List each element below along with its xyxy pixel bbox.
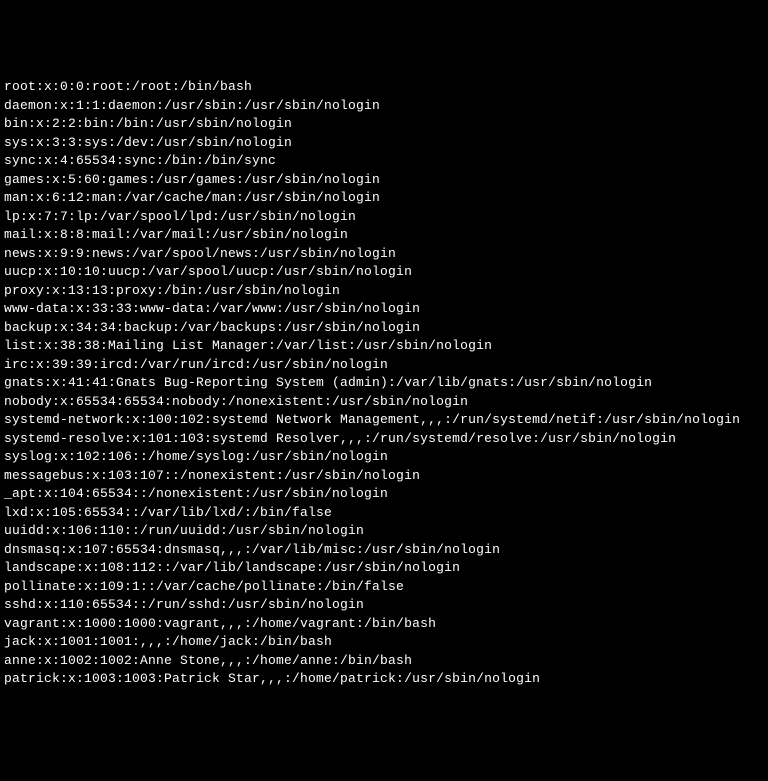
passwd-line: patrick:x:1003:1003:Patrick Star,,,:/hom…	[4, 670, 764, 689]
passwd-line: messagebus:x:103:107::/nonexistent:/usr/…	[4, 467, 764, 486]
passwd-line: news:x:9:9:news:/var/spool/news:/usr/sbi…	[4, 245, 764, 264]
passwd-line: systemd-network:x:100:102:systemd Networ…	[4, 411, 764, 430]
passwd-line: nobody:x:65534:65534:nobody:/nonexistent…	[4, 393, 764, 412]
passwd-line: systemd-resolve:x:101:103:systemd Resolv…	[4, 430, 764, 449]
passwd-line: lp:x:7:7:lp:/var/spool/lpd:/usr/sbin/nol…	[4, 208, 764, 227]
passwd-line: games:x:5:60:games:/usr/games:/usr/sbin/…	[4, 171, 764, 190]
passwd-line: man:x:6:12:man:/var/cache/man:/usr/sbin/…	[4, 189, 764, 208]
passwd-line: uuidd:x:106:110::/run/uuidd:/usr/sbin/no…	[4, 522, 764, 541]
passwd-line: lxd:x:105:65534::/var/lib/lxd/:/bin/fals…	[4, 504, 764, 523]
passwd-line: uucp:x:10:10:uucp:/var/spool/uucp:/usr/s…	[4, 263, 764, 282]
passwd-line: dnsmasq:x:107:65534:dnsmasq,,,:/var/lib/…	[4, 541, 764, 560]
passwd-line: proxy:x:13:13:proxy:/bin:/usr/sbin/nolog…	[4, 282, 764, 301]
passwd-line: list:x:38:38:Mailing List Manager:/var/l…	[4, 337, 764, 356]
passwd-line: irc:x:39:39:ircd:/var/run/ircd:/usr/sbin…	[4, 356, 764, 375]
passwd-line: bin:x:2:2:bin:/bin:/usr/sbin/nologin	[4, 115, 764, 134]
passwd-line: sync:x:4:65534:sync:/bin:/bin/sync	[4, 152, 764, 171]
passwd-line: root:x:0:0:root:/root:/bin/bash	[4, 78, 764, 97]
passwd-line: anne:x:1002:1002:Anne Stone,,,:/home/ann…	[4, 652, 764, 671]
passwd-line: landscape:x:108:112::/var/lib/landscape:…	[4, 559, 764, 578]
passwd-line: _apt:x:104:65534::/nonexistent:/usr/sbin…	[4, 485, 764, 504]
passwd-line: vagrant:x:1000:1000:vagrant,,,:/home/vag…	[4, 615, 764, 634]
passwd-line: gnats:x:41:41:Gnats Bug-Reporting System…	[4, 374, 764, 393]
passwd-line: pollinate:x:109:1::/var/cache/pollinate:…	[4, 578, 764, 597]
passwd-line: daemon:x:1:1:daemon:/usr/sbin:/usr/sbin/…	[4, 97, 764, 116]
passwd-line: jack:x:1001:1001:,,,:/home/jack:/bin/bas…	[4, 633, 764, 652]
passwd-line: backup:x:34:34:backup:/var/backups:/usr/…	[4, 319, 764, 338]
passwd-line: mail:x:8:8:mail:/var/mail:/usr/sbin/nolo…	[4, 226, 764, 245]
passwd-line: www-data:x:33:33:www-data:/var/www:/usr/…	[4, 300, 764, 319]
passwd-line: syslog:x:102:106::/home/syslog:/usr/sbin…	[4, 448, 764, 467]
passwd-line: sys:x:3:3:sys:/dev:/usr/sbin/nologin	[4, 134, 764, 153]
passwd-line: sshd:x:110:65534::/run/sshd:/usr/sbin/no…	[4, 596, 764, 615]
